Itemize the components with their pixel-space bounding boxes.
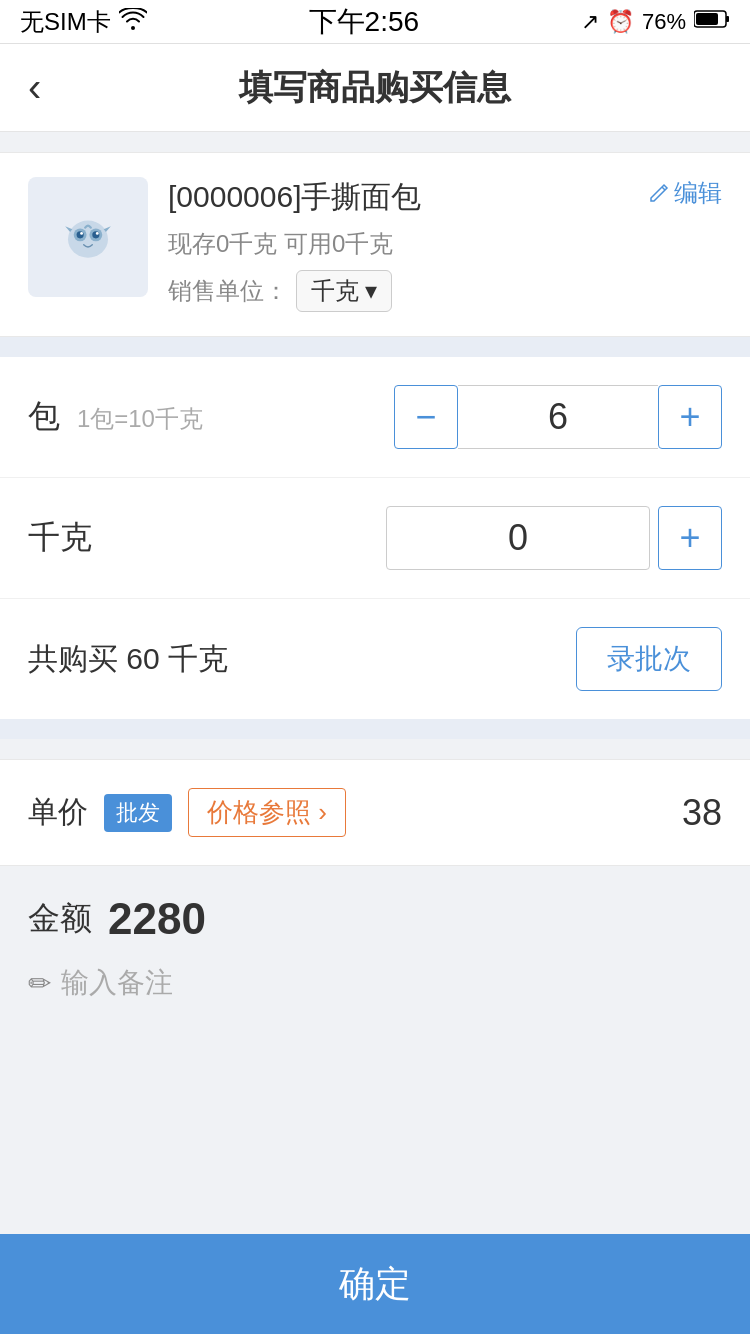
svg-rect-1	[726, 16, 729, 22]
divider-1	[0, 337, 750, 357]
chevron-down-icon: ▾	[365, 277, 377, 305]
product-name: [0000006]手撕面包	[168, 177, 421, 218]
page-title: 填写商品购买信息	[239, 65, 511, 111]
product-unit-row: 销售单位： 千克 ▾	[168, 270, 722, 312]
price-section: 单价 批发 价格参照 › 38	[0, 759, 750, 866]
price-label: 单价	[28, 792, 88, 833]
increase-bag-button[interactable]: +	[658, 385, 722, 449]
nav-bar: ‹ 填写商品购买信息	[0, 44, 750, 132]
signal-label: 无SIM卡	[20, 6, 111, 38]
svg-point-8	[80, 232, 83, 235]
quantity-row-kg: 千克 +	[0, 478, 750, 599]
summary-row: 共购买 60 千克 录批次	[0, 599, 750, 719]
remark-placeholder: 输入备注	[61, 964, 173, 1002]
quantity-input-kg[interactable]	[386, 506, 650, 570]
divider-2	[0, 719, 750, 739]
price-type-tag: 批发	[104, 794, 172, 832]
amount-value: 2280	[108, 894, 206, 944]
confirm-bar[interactable]: 确定	[0, 1234, 750, 1334]
alarm-icon: ⏰	[607, 9, 634, 35]
quantity-row-bag: 包 1包=10千克 − +	[0, 357, 750, 478]
status-bar: 无SIM卡 下午2:56 ↗ ⏰ 76%	[0, 0, 750, 44]
remark-row[interactable]: ✏ 输入备注	[28, 964, 722, 1022]
product-section: [0000006]手撕面包 编辑 现存0千克 可用0千克 销售单位： 千克 ▾	[0, 152, 750, 337]
decrease-bag-button[interactable]: −	[394, 385, 458, 449]
svg-point-6	[77, 231, 84, 238]
quantity-control-kg: +	[386, 506, 722, 570]
svg-point-7	[92, 231, 99, 238]
battery-label: 76%	[642, 9, 686, 35]
product-info: [0000006]手撕面包 编辑 现存0千克 可用0千克 销售单位： 千克 ▾	[168, 177, 722, 312]
price-value: 38	[682, 792, 722, 834]
quantity-section: 包 1包=10千克 − + 千克 + 共购买 60 千克 录批次	[0, 357, 750, 719]
quantity-label-bag: 包 1包=10千克	[28, 395, 394, 439]
pencil-icon: ✏	[28, 967, 51, 1000]
quantity-control-bag: − +	[394, 385, 722, 449]
unit-selector[interactable]: 千克 ▾	[296, 270, 392, 312]
edit-button[interactable]: 编辑	[648, 177, 722, 209]
summary-text: 共购买 60 千克	[28, 639, 228, 680]
battery-icon	[694, 9, 730, 35]
product-image	[28, 177, 148, 297]
edit-icon	[648, 182, 670, 204]
product-stock: 现存0千克 可用0千克	[168, 228, 722, 260]
svg-rect-2	[696, 13, 718, 25]
amount-row: 金额 2280	[28, 894, 722, 944]
product-logo-icon	[58, 212, 118, 262]
quantity-hint-bag: 1包=10千克	[77, 405, 203, 432]
status-left: 无SIM卡	[20, 6, 147, 38]
location-icon: ↗	[581, 9, 599, 35]
price-reference-button[interactable]: 价格参照 ›	[188, 788, 346, 837]
wifi-icon	[119, 8, 147, 36]
status-right: ↗ ⏰ 76%	[581, 9, 730, 35]
quantity-label-kg: 千克	[28, 516, 386, 560]
amount-label: 金额	[28, 897, 92, 941]
batch-button[interactable]: 录批次	[576, 627, 722, 691]
amount-section: 金额 2280 ✏ 输入备注	[0, 866, 750, 1022]
svg-point-9	[96, 232, 99, 235]
quantity-input-bag[interactable]	[458, 385, 658, 449]
back-button[interactable]: ‹	[28, 65, 41, 110]
confirm-button[interactable]: 确定	[339, 1260, 411, 1309]
status-time: 下午2:56	[309, 3, 420, 41]
increase-kg-button[interactable]: +	[658, 506, 722, 570]
